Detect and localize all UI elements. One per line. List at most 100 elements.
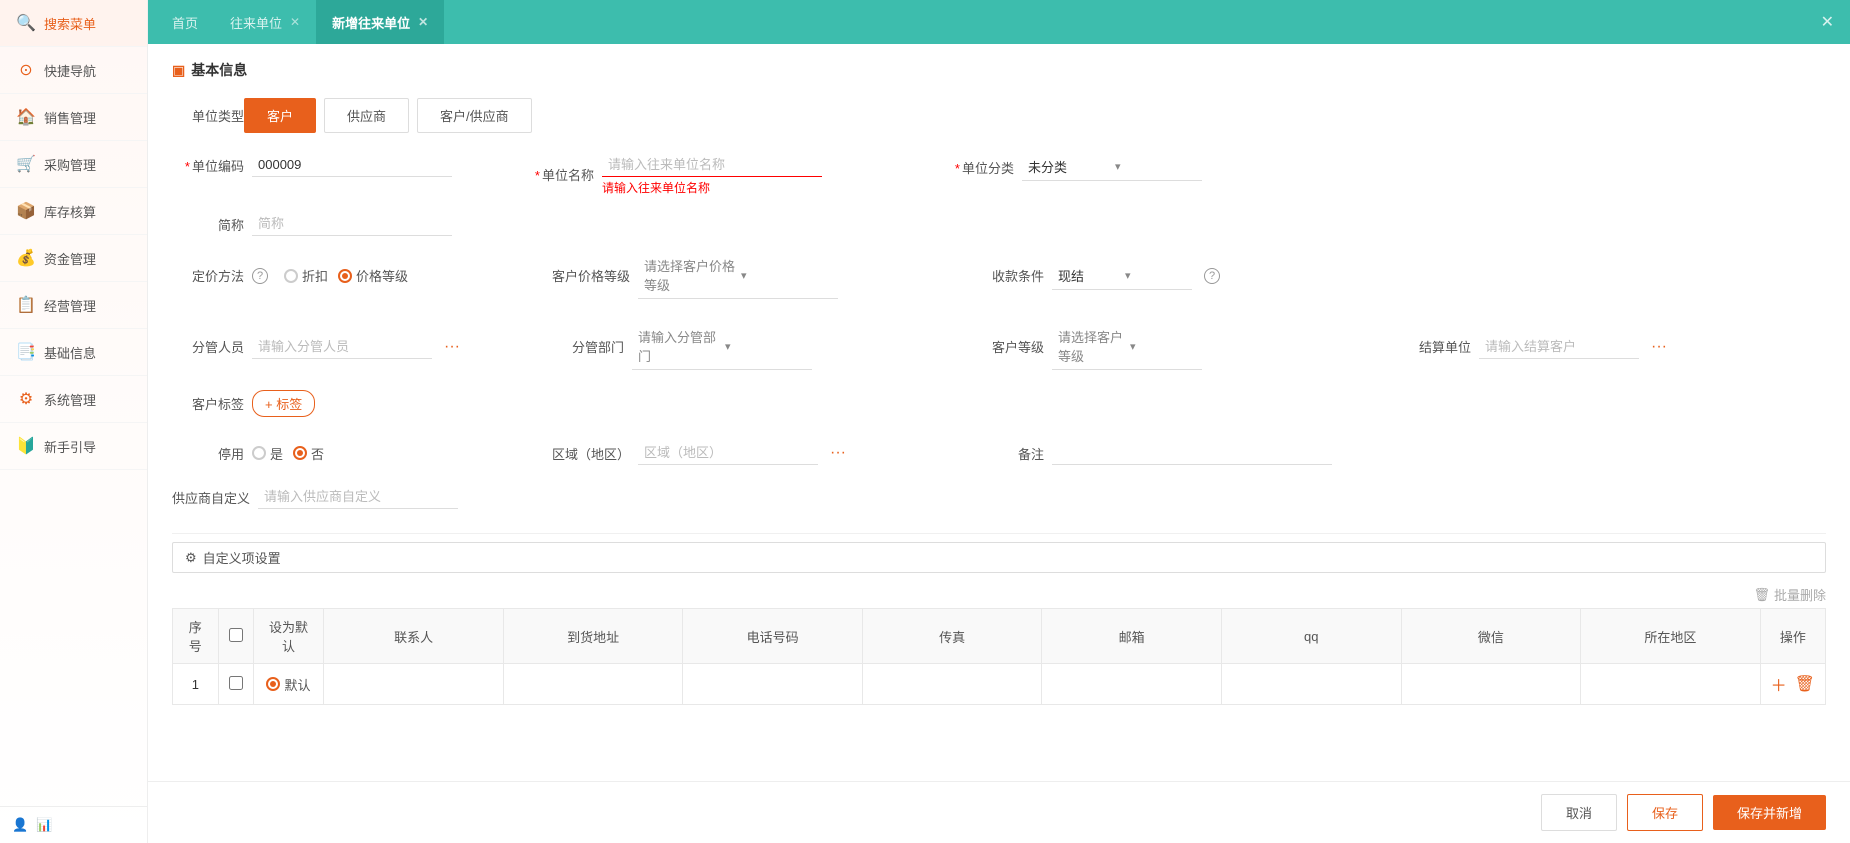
sidebar-item-quicknav[interactable]: ⊙ 快捷导航 <box>0 47 147 94</box>
custom-settings-button[interactable]: ⚙ 自定义项设置 <box>172 542 1826 573</box>
settlement-more-icon[interactable]: ··· <box>1647 338 1671 356</box>
payment-terms-value: 现结 <box>1058 266 1119 285</box>
tab-new-partner-label: 新增往来单位 <box>332 13 410 32</box>
settlement-unit-label: 结算单位 <box>1399 337 1471 356</box>
default-radio[interactable]: 默认 <box>264 675 314 694</box>
unit-name-input[interactable] <box>602 153 822 177</box>
section-title: ▣ 基本信息 <box>172 60 1826 80</box>
payment-terms-tip-icon[interactable]: ? <box>1204 268 1220 284</box>
type-btn-both[interactable]: 客户/供应商 <box>417 98 532 133</box>
unit-code-input[interactable] <box>252 153 452 177</box>
qq-input[interactable] <box>1232 677 1391 692</box>
customer-price-level-select[interactable]: 请选择客户价格等级 ▾ <box>638 252 838 299</box>
sidebar-item-sales[interactable]: 🏠 销售管理 <box>0 94 147 141</box>
col-checkbox <box>218 609 253 664</box>
cell-address[interactable] <box>503 664 683 705</box>
email-input[interactable] <box>1052 677 1211 692</box>
sidebar-item-purchase[interactable]: 🛒 采购管理 <box>0 141 147 188</box>
payment-terms-select[interactable]: 现结 ▾ <box>1052 262 1192 290</box>
save-new-button[interactable]: 保存并新增 <box>1713 795 1826 830</box>
settlement-unit-input[interactable] <box>1479 335 1639 359</box>
col-wechat: 微信 <box>1401 609 1581 664</box>
pricing-method-label: 定价方法 <box>172 266 244 285</box>
sidebar: 🔍 搜索菜单 ⊙ 快捷导航 🏠 销售管理 🛒 采购管理 📦 库存核算 💰 资金管… <box>0 0 148 843</box>
sidebar-item-guide[interactable]: 🔰 新手引导 <box>0 423 147 470</box>
row-code-name-category: 单位编码 单位名称 请输入往来单位名称 单位分类 未分类 ▾ <box>172 153 1826 196</box>
batch-bar: 🗑 批量删除 <box>172 585 1826 604</box>
col-seq: 序号 <box>173 609 219 664</box>
discount-radio-dot <box>284 269 298 283</box>
disabled-radio-yes[interactable]: 是 <box>252 444 283 463</box>
supplier-custom-input[interactable] <box>258 485 458 509</box>
row-checkbox[interactable] <box>229 676 243 690</box>
phone-input[interactable] <box>693 677 852 692</box>
price-level-radio-dot <box>338 269 352 283</box>
cell-wechat[interactable] <box>1401 664 1581 705</box>
sidebar-item-label: 快捷导航 <box>44 61 96 80</box>
pricing-radio-price-level[interactable]: 价格等级 <box>338 266 408 285</box>
pricing-radio-discount[interactable]: 折扣 <box>284 266 328 285</box>
delete-row-icon[interactable]: 🗑 <box>1795 674 1815 694</box>
sidebar-item-finance[interactable]: 💰 资金管理 <box>0 235 147 282</box>
sidebar-item-operations[interactable]: 📋 经营管理 <box>0 282 147 329</box>
form-area: ▣ 基本信息 单位类型 客户 供应商 客户/供应商 单位编码 单位名称 <box>148 44 1850 781</box>
home-icon: ⊙ <box>16 60 36 80</box>
chevron-down-icon: ▾ <box>1130 340 1196 353</box>
customer-level-select[interactable]: 请选择客户等级 ▾ <box>1052 323 1202 370</box>
cancel-button[interactable]: 取消 <box>1541 794 1617 831</box>
field-department: 分管部门 请输入分管部门 ▾ <box>552 323 972 370</box>
type-btn-supplier[interactable]: 供应商 <box>324 98 409 133</box>
cell-actions: ＋ 🗑 <box>1760 664 1825 705</box>
wechat-input[interactable] <box>1412 677 1571 692</box>
remark-label: 备注 <box>972 444 1044 463</box>
col-address: 到货地址 <box>503 609 683 664</box>
field-unit-category: 单位分类 未分类 ▾ <box>942 153 1826 181</box>
sidebar-item-basic[interactable]: 📑 基础信息 <box>0 329 147 376</box>
row-short-name: 简称 <box>172 212 1826 236</box>
batch-delete-button[interactable]: 🗑 批量删除 <box>1753 585 1826 604</box>
save-button[interactable]: 保存 <box>1627 794 1703 831</box>
cell-contact[interactable] <box>324 664 504 705</box>
tab-home[interactable]: 首页 <box>156 0 214 44</box>
region-more-icon[interactable]: ··· <box>826 444 850 462</box>
sidebar-item-system[interactable]: ⚙ 系统管理 <box>0 376 147 423</box>
unit-category-select[interactable]: 未分类 ▾ <box>1022 153 1202 181</box>
close-all-tabs[interactable]: ✕ <box>1813 12 1842 32</box>
manager-input[interactable] <box>252 335 432 359</box>
department-select[interactable]: 请输入分管部门 ▾ <box>632 323 812 370</box>
tab-partners-close[interactable]: ✕ <box>290 15 300 29</box>
select-all-checkbox[interactable] <box>229 628 243 642</box>
cell-email[interactable] <box>1042 664 1222 705</box>
type-btn-customer[interactable]: 客户 <box>244 98 316 133</box>
area-input[interactable] <box>1591 677 1750 692</box>
address-input[interactable] <box>514 677 673 692</box>
sidebar-item-label: 库存核算 <box>44 202 96 221</box>
sidebar-item-inventory[interactable]: 📦 库存核算 <box>0 188 147 235</box>
sidebar-item-label: 搜索菜单 <box>44 14 96 33</box>
contact-input[interactable] <box>334 677 493 692</box>
cell-area[interactable] <box>1581 664 1761 705</box>
short-name-input[interactable] <box>252 212 452 236</box>
pricing-tip-icon[interactable]: ? <box>252 268 268 284</box>
tab-new-partner[interactable]: 新增往来单位 ✕ <box>316 0 444 44</box>
divider <box>172 533 1826 534</box>
col-qq: qq <box>1221 609 1401 664</box>
no-label: 否 <box>311 444 324 463</box>
tab-partners[interactable]: 往来单位 ✕ <box>214 0 316 44</box>
disabled-radio-no[interactable]: 否 <box>293 444 324 463</box>
department-label: 分管部门 <box>552 337 624 356</box>
add-tag-button[interactable]: + 标签 <box>252 390 315 417</box>
sidebar-item-search[interactable]: 🔍 搜索菜单 <box>0 0 147 47</box>
add-row-icon[interactable]: ＋ <box>1771 672 1787 696</box>
search-icon: 🔍 <box>16 13 36 33</box>
region-input[interactable] <box>638 441 818 465</box>
tab-new-partner-close[interactable]: ✕ <box>418 15 428 29</box>
short-name-label: 简称 <box>172 215 244 234</box>
row-manager: 分管人员 ··· 分管部门 请输入分管部门 ▾ 客户等级 请选择客户等级 ▾ 结… <box>172 323 1826 370</box>
cell-phone[interactable] <box>683 664 863 705</box>
cell-fax[interactable] <box>862 664 1042 705</box>
fax-input[interactable] <box>873 677 1032 692</box>
manager-more-icon[interactable]: ··· <box>440 338 464 356</box>
cell-qq[interactable] <box>1221 664 1401 705</box>
remark-input[interactable] <box>1052 441 1332 465</box>
